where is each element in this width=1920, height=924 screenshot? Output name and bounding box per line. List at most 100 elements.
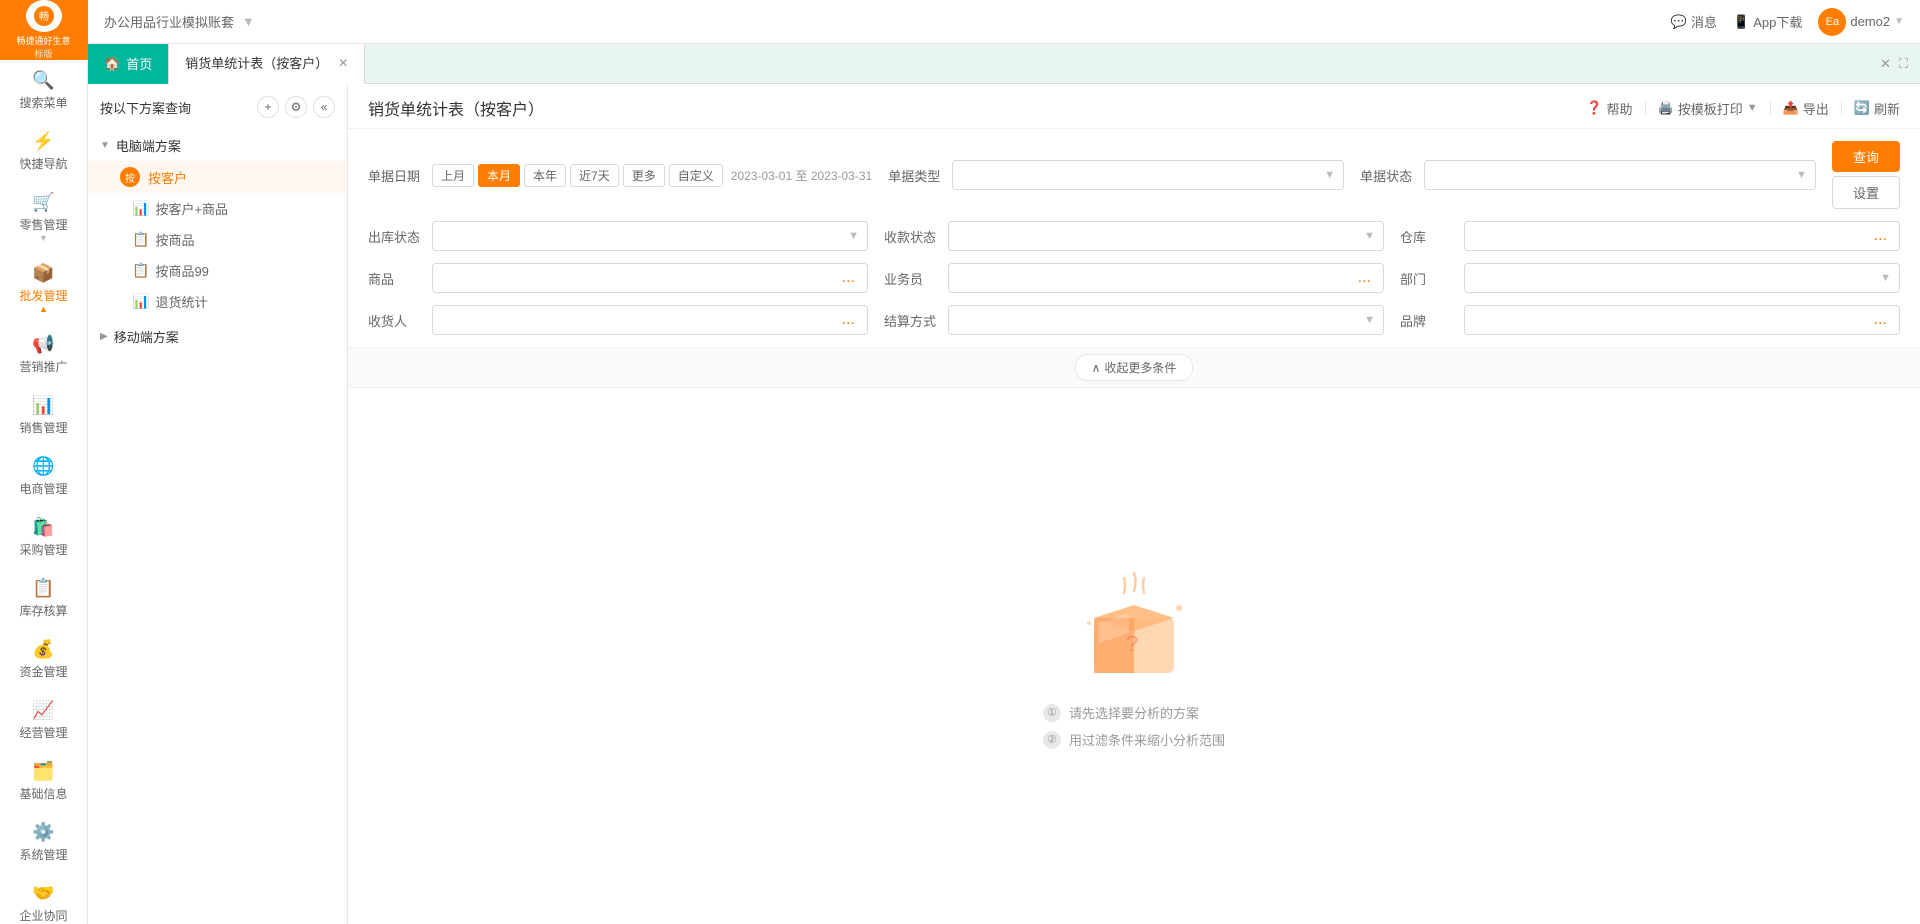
dept-label: 部门 bbox=[1400, 269, 1456, 288]
sidebar-item-quick-nav[interactable]: ⚡ 快捷导航 bbox=[0, 121, 87, 182]
logo-icon: 畅 bbox=[26, 0, 62, 32]
refund-icon: 📊 bbox=[132, 293, 149, 310]
sidebar-item-inventory[interactable]: 📋 库存核算 bbox=[0, 568, 87, 629]
salesperson-select[interactable]: ... bbox=[948, 263, 1384, 293]
salesperson-dots[interactable]: ... bbox=[1354, 269, 1375, 287]
mobile-tree-group: ▶ 移动端方案 bbox=[88, 321, 347, 352]
tree-item-by-goods[interactable]: 📋 按商品 bbox=[88, 224, 347, 255]
brand-dots[interactable]: ... bbox=[1870, 311, 1891, 329]
goods-dots[interactable]: ... bbox=[838, 269, 859, 287]
sidebar-item-marketing[interactable]: 📢 营销推广 bbox=[0, 324, 87, 385]
goods-select[interactable]: ... bbox=[432, 263, 868, 293]
sidebar-item-label: 电商管理 bbox=[19, 480, 67, 497]
collapse-label: 收起更多条件 bbox=[1104, 359, 1176, 376]
tree-item-refund-label: 退货统计 bbox=[155, 292, 207, 311]
sidebar-item-search[interactable]: 🔍 搜索菜单 bbox=[0, 60, 87, 121]
customer-scheme-icon: 按 bbox=[120, 167, 140, 187]
sales-icon: 📊 bbox=[32, 395, 54, 416]
chevron-up-icon: ▲ bbox=[39, 304, 48, 314]
last-7-days-btn[interactable]: 近7天 bbox=[570, 164, 619, 187]
user-menu[interactable]: Ea demo2 ▼ bbox=[1818, 8, 1904, 36]
inventory-icon: 📋 bbox=[32, 578, 54, 599]
sidebar-item-system[interactable]: ⚙️ 系统管理 bbox=[0, 812, 87, 873]
settings-scheme-btn[interactable]: ⚙ bbox=[285, 96, 307, 118]
tree-item-refund-stat[interactable]: 📊 退货统计 bbox=[88, 286, 347, 317]
empty-state: ? ① 请先选择要分析的方案 ② 用过滤条件来缩小分析范围 bbox=[348, 388, 1920, 924]
doc-type-select[interactable]: ▼ bbox=[952, 160, 1344, 190]
topbar-dropdown-icon[interactable]: ▼ bbox=[242, 14, 255, 29]
maximize-window-icon[interactable]: ⛶ bbox=[1899, 56, 1908, 72]
sidebar-item-label: 基础信息 bbox=[19, 785, 67, 802]
finance-icon: 💰 bbox=[32, 639, 54, 660]
hint-1-num: ① bbox=[1043, 704, 1061, 722]
this-month-btn[interactable]: 本月 bbox=[478, 164, 520, 187]
tree-item-by-customer-goods[interactable]: 📊 按客户+商品 bbox=[88, 193, 347, 224]
quick-nav-icon: ⚡ bbox=[32, 131, 54, 152]
refresh-btn[interactable]: 🔄 刷新 bbox=[1854, 99, 1900, 118]
sidebar-item-procurement[interactable]: 🛍️ 采购管理 bbox=[0, 507, 87, 568]
sidebar-item-basic[interactable]: 🗂️ 基础信息 bbox=[0, 751, 87, 812]
sidebar-item-sales[interactable]: 📊 销售管理 bbox=[0, 385, 87, 446]
query-btn[interactable]: 查询 bbox=[1832, 141, 1900, 172]
tab-home-label: 首页 bbox=[126, 54, 152, 73]
procurement-icon: 🛍️ bbox=[32, 517, 54, 538]
add-scheme-btn[interactable]: + bbox=[257, 96, 279, 118]
goods-label: 商品 bbox=[368, 269, 424, 288]
sidebar-item-ecommerce[interactable]: 🌐 电商管理 bbox=[0, 446, 87, 507]
action-divider-2 bbox=[1770, 101, 1771, 115]
search-icon: 🔍 bbox=[32, 70, 54, 91]
receiver-dots[interactable]: ... bbox=[838, 311, 859, 329]
salesperson-label: 业务员 bbox=[884, 269, 940, 288]
settlement-label: 结算方式 bbox=[884, 311, 940, 330]
tab-close-btn[interactable]: ✕ bbox=[338, 56, 348, 70]
app-download-btn[interactable]: 📱 App下载 bbox=[1733, 12, 1802, 31]
warehouse-select[interactable]: ... bbox=[1464, 221, 1900, 251]
receiver-select[interactable]: ... bbox=[432, 305, 868, 335]
sidebar: 畅 畅捷通好生意 标版 🔍 搜索菜单 ⚡ 快捷导航 🛒 零售管理 ▼ 📦 批发管… bbox=[0, 0, 88, 924]
tree-item-by-customer[interactable]: 按 按客户 bbox=[88, 161, 347, 193]
hint-1-text: 请先选择要分析的方案 bbox=[1069, 703, 1199, 722]
dept-select[interactable]: ▼ bbox=[1464, 263, 1900, 293]
settings-btn[interactable]: 设置 bbox=[1832, 176, 1900, 209]
tab-sales-stat-label: 销货单统计表（按客户） bbox=[185, 53, 328, 72]
export-btn[interactable]: 📤 导出 bbox=[1783, 99, 1829, 118]
right-panel: 销货单统计表（按客户） ❓ 帮助 🖨️ 按模板打印 ▼ 📤 bbox=[348, 84, 1920, 924]
warehouse-dots[interactable]: ... bbox=[1870, 227, 1891, 245]
brand-label: 品牌 bbox=[1400, 311, 1456, 330]
sidebar-item-label: 销售管理 bbox=[19, 419, 67, 436]
window-controls: ✕ ⛶ bbox=[1868, 56, 1920, 72]
sidebar-item-finance[interactable]: 💰 资金管理 bbox=[0, 629, 87, 690]
template-print-btn[interactable]: 🖨️ 按模板打印 ▼ bbox=[1658, 99, 1758, 118]
this-year-btn[interactable]: 本年 bbox=[524, 164, 566, 187]
settlement-chevron: ▼ bbox=[1364, 314, 1375, 326]
collapse-panel-btn[interactable]: « bbox=[313, 96, 335, 118]
desktop-tree-group: ▼ 电脑端方案 按 按客户 📊 按客户+商品 📋 按商品 📋 按商 bbox=[88, 130, 347, 317]
export-label: 导出 bbox=[1803, 99, 1829, 118]
help-btn[interactable]: ❓ 帮助 bbox=[1586, 99, 1632, 118]
more-btn[interactable]: 更多 bbox=[623, 164, 665, 187]
out-status-label: 出库状态 bbox=[368, 227, 424, 246]
sidebar-item-operations[interactable]: 📈 经营管理 bbox=[0, 690, 87, 751]
sidebar-item-wholesale[interactable]: 📦 批发管理 ▲ bbox=[0, 253, 87, 324]
ecommerce-icon: 🌐 bbox=[32, 456, 54, 477]
brand-select[interactable]: ... bbox=[1464, 305, 1900, 335]
out-status-select[interactable]: ▼ bbox=[432, 221, 868, 251]
settlement-select[interactable]: ▼ bbox=[948, 305, 1384, 335]
tab-sales-stat[interactable]: 销货单统计表（按客户） ✕ bbox=[169, 44, 365, 84]
topbar-right: 💬 消息 📱 App下载 Ea demo2 ▼ bbox=[1671, 8, 1904, 36]
receipt-status-select[interactable]: ▼ bbox=[948, 221, 1384, 251]
messages-btn[interactable]: 💬 消息 bbox=[1671, 12, 1717, 31]
collapse-more-btn[interactable]: ∧ 收起更多条件 bbox=[1075, 354, 1194, 381]
mobile-group-header[interactable]: ▶ 移动端方案 bbox=[88, 321, 347, 352]
doc-status-select[interactable]: ▼ bbox=[1424, 160, 1816, 190]
sidebar-item-enterprise[interactable]: 🤝 企业协同 bbox=[0, 873, 87, 924]
last-month-btn[interactable]: 上月 bbox=[432, 164, 474, 187]
tree-item-by-goods-99[interactable]: 📋 按商品99 bbox=[88, 255, 347, 286]
tab-home[interactable]: 🏠 首页 bbox=[88, 44, 169, 84]
page-title: 销货单统计表（按客户） bbox=[368, 96, 544, 120]
desktop-group-header[interactable]: ▼ 电脑端方案 bbox=[88, 130, 347, 161]
sidebar-item-retail[interactable]: 🛒 零售管理 ▼ bbox=[0, 182, 87, 253]
close-window-icon[interactable]: ✕ bbox=[1880, 56, 1891, 72]
messages-label: 消息 bbox=[1691, 12, 1717, 31]
custom-btn[interactable]: 自定义 bbox=[669, 164, 723, 187]
